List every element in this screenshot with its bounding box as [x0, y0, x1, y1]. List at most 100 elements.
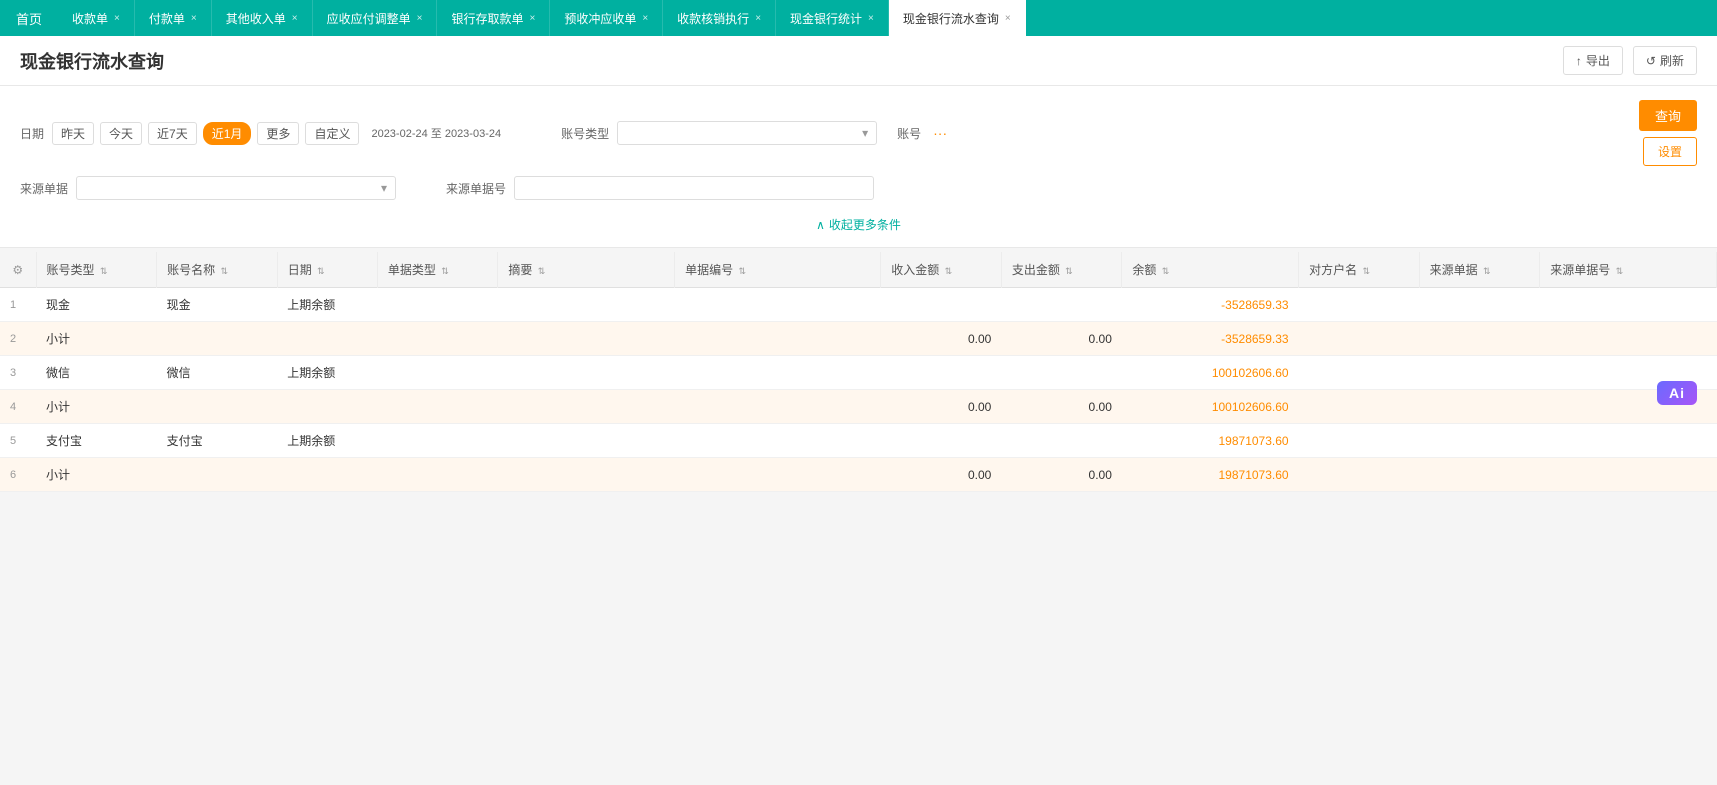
cell-source-doc-no [1540, 288, 1717, 322]
cell-counterparty [1299, 322, 1420, 356]
th-income[interactable]: 收入金额 ⇅ [881, 252, 1002, 288]
account-dots-button[interactable]: ··· [929, 125, 951, 141]
th-source-doc-no[interactable]: 来源单据号 ⇅ [1540, 252, 1717, 288]
nav-tab-label-7: 现金银行统计 [790, 10, 862, 27]
cell-date: 上期余额 [277, 424, 377, 458]
right-buttons: 查询 设置 [1639, 100, 1697, 166]
data-table: ⚙ 账号类型 ⇅ 账号名称 ⇅ 日期 ⇅ 单据类型 ⇅ 摘 [0, 252, 1717, 492]
th-account-type[interactable]: 账号类型 ⇅ [36, 252, 157, 288]
nav-tab-close-2[interactable]: × [292, 13, 298, 24]
nav-tab-8[interactable]: 现金银行流水查询 × [889, 0, 1026, 36]
source-doc-filter: 来源单据 ▾ [20, 176, 396, 200]
nav-tab-3[interactable]: 应收应付调整单 × [313, 0, 438, 36]
th-expense[interactable]: 支出金额 ⇅ [1001, 252, 1122, 288]
nav-tab-4[interactable]: 银行存取款单 × [437, 0, 550, 36]
refresh-button[interactable]: ↺ 刷新 [1633, 46, 1697, 75]
th-counterparty[interactable]: 对方户名 ⇅ [1299, 252, 1420, 288]
query-button[interactable]: 查询 [1639, 100, 1697, 131]
nav-tab-0[interactable]: 收款单 × [58, 0, 135, 36]
account-type-select[interactable]: ▾ [617, 121, 877, 145]
export-button[interactable]: ↑ 导出 [1563, 46, 1623, 75]
nav-tab-6[interactable]: 收款核销执行 × [663, 0, 776, 36]
cell-expense: 0.00 [1001, 458, 1122, 492]
table-row: 5支付宝支付宝上期余额19871073.60 [0, 424, 1717, 458]
nav-tab-close-0[interactable]: × [114, 13, 120, 24]
th-summary[interactable]: 摘要 ⇅ [498, 252, 675, 288]
nav-tab-1[interactable]: 付款单 × [135, 0, 212, 36]
cell-income: 0.00 [881, 322, 1002, 356]
cell-date: 上期余额 [277, 356, 377, 390]
cell-source-doc [1419, 322, 1540, 356]
filter-area: 日期 昨天 今天 近7天 近1月 更多 自定义 2023-02-24 至 202… [0, 86, 1717, 248]
sort-icon-12: ⇅ [1616, 266, 1624, 276]
nav-home[interactable]: 首页 [0, 0, 58, 36]
cell-account-name [157, 458, 278, 492]
cell-source-doc [1419, 458, 1540, 492]
cell-balance: -3528659.33 [1122, 322, 1299, 356]
cell-account-name: 支付宝 [157, 424, 278, 458]
cell-balance: 19871073.60 [1122, 458, 1299, 492]
source-doc-label: 来源单据 [20, 180, 68, 197]
collapse-button[interactable]: ∧ 收起更多条件 [816, 216, 901, 233]
cell-doc-no [675, 390, 881, 424]
cell-doc-type [377, 390, 498, 424]
th-doc-no[interactable]: 单据编号 ⇅ [675, 252, 881, 288]
nav-tab-label-8: 现金银行流水查询 [903, 10, 999, 27]
cell-balance: 100102606.60 [1122, 356, 1299, 390]
cell-rownum: 5 [0, 424, 36, 458]
table-container: ⚙ 账号类型 ⇅ 账号名称 ⇅ 日期 ⇅ 单据类型 ⇅ 摘 [0, 252, 1717, 492]
cell-account-type: 小计 [36, 390, 157, 424]
nav-tab-close-5[interactable]: × [642, 13, 648, 24]
th-doc-type[interactable]: 单据类型 ⇅ [377, 252, 498, 288]
sort-icon-8: ⇅ [1065, 266, 1073, 276]
cell-rownum: 1 [0, 288, 36, 322]
cell-income: 0.00 [881, 390, 1002, 424]
cell-counterparty [1299, 390, 1420, 424]
collapse-label: 收起更多条件 [829, 216, 901, 233]
cell-doc-no [675, 458, 881, 492]
cell-account-name: 现金 [157, 288, 278, 322]
cell-doc-no [675, 424, 881, 458]
filter-row-1: 日期 昨天 今天 近7天 近1月 更多 自定义 2023-02-24 至 202… [20, 100, 1697, 166]
th-balance[interactable]: 余额 ⇅ [1122, 252, 1299, 288]
th-account-name[interactable]: 账号名称 ⇅ [157, 252, 278, 288]
date-btn-today[interactable]: 今天 [100, 122, 142, 145]
nav-tab-label-5: 预收冲应收单 [564, 10, 636, 27]
cell-rownum: 3 [0, 356, 36, 390]
refresh-label: 刷新 [1660, 52, 1684, 69]
table-row: 2小计0.000.00-3528659.33 [0, 322, 1717, 356]
date-label: 日期 [20, 125, 44, 142]
nav-tab-5[interactable]: 预收冲应收单 × [550, 0, 663, 36]
cell-date [277, 458, 377, 492]
nav-tab-7[interactable]: 现金银行统计 × [776, 0, 889, 36]
cell-rownum: 2 [0, 322, 36, 356]
nav-tab-close-1[interactable]: × [191, 13, 197, 24]
nav-tab-close-8[interactable]: × [1005, 13, 1011, 24]
nav-tab-label-4: 银行存取款单 [451, 10, 523, 27]
date-btn-7days[interactable]: 近7天 [148, 122, 197, 145]
nav-tab-close-4[interactable]: × [529, 13, 535, 24]
source-doc-no-input[interactable] [514, 176, 874, 200]
cell-expense [1001, 288, 1122, 322]
source-doc-select[interactable]: ▾ [76, 176, 396, 200]
cell-account-type: 支付宝 [36, 424, 157, 458]
cell-account-name: 微信 [157, 356, 278, 390]
cell-counterparty [1299, 288, 1420, 322]
th-date[interactable]: 日期 ⇅ [277, 252, 377, 288]
sort-icon-3: ⇅ [317, 266, 325, 276]
date-btn-1month[interactable]: 近1月 [203, 122, 252, 145]
ai-badge[interactable]: Ai [1657, 381, 1697, 405]
nav-tab-2[interactable]: 其他收入单 × [212, 0, 313, 36]
th-source-doc[interactable]: 来源单据 ⇅ [1419, 252, 1540, 288]
date-btn-yesterday[interactable]: 昨天 [52, 122, 94, 145]
nav-tab-close-3[interactable]: × [417, 13, 423, 24]
cell-source-doc [1419, 390, 1540, 424]
nav-tab-label-0: 收款单 [72, 10, 108, 27]
nav-tab-close-7[interactable]: × [868, 13, 874, 24]
nav-tab-close-6[interactable]: × [755, 13, 761, 24]
date-btn-more[interactable]: 更多 [257, 122, 299, 145]
date-btn-custom[interactable]: 自定义 [305, 122, 359, 145]
settings-button[interactable]: 设置 [1643, 137, 1697, 166]
th-settings[interactable]: ⚙ [0, 252, 36, 288]
cell-counterparty [1299, 458, 1420, 492]
